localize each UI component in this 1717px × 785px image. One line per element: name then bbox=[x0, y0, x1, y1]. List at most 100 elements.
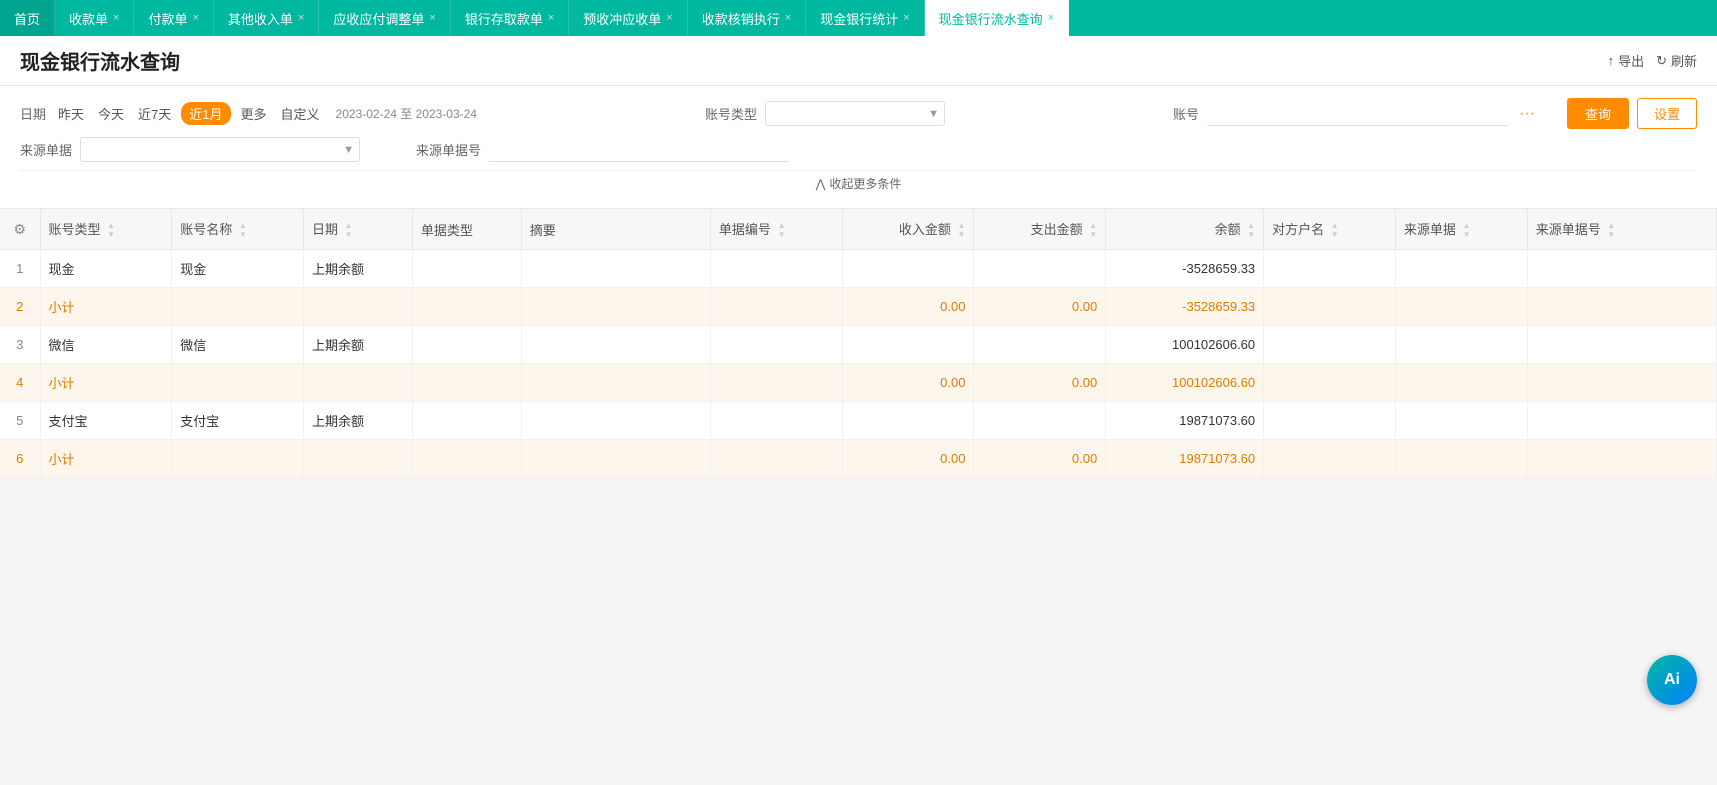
cell-counterparty bbox=[1264, 440, 1396, 478]
shortcut-1month[interactable]: 近1月 bbox=[181, 102, 230, 125]
col-expense: 支出金额 ▲▼ bbox=[974, 209, 1106, 250]
nav-item-cash-flow[interactable]: 现金银行流水查询 × bbox=[925, 0, 1069, 36]
cell-doc-no bbox=[710, 250, 842, 288]
nav-close-other-income[interactable]: × bbox=[298, 12, 304, 24]
table-row[interactable]: 5支付宝支付宝上期余额19871073.60 bbox=[0, 402, 1717, 440]
account-input[interactable] bbox=[1207, 102, 1507, 126]
sort-date-icon[interactable]: ▲▼ bbox=[345, 222, 353, 239]
nav-item-cash-stat[interactable]: 现金银行统计 × bbox=[806, 0, 924, 36]
sort-income-icon[interactable]: ▲▼ bbox=[958, 222, 966, 239]
shortcut-yesterday[interactable]: 昨天 bbox=[54, 102, 88, 125]
cell-expense: 0.00 bbox=[974, 364, 1106, 402]
cell-doc-type bbox=[412, 326, 521, 364]
col-gear[interactable]: ⚙ bbox=[0, 209, 40, 250]
nav-item-payment[interactable]: 付款单 × bbox=[134, 0, 213, 36]
export-icon: ↑ bbox=[1608, 53, 1615, 68]
nav-close-receipt[interactable]: × bbox=[113, 12, 119, 24]
account-type-select[interactable] bbox=[765, 101, 945, 126]
source-doc-label: 来源单据 bbox=[20, 140, 72, 159]
collapse-chevron-icon: ⋀ bbox=[816, 177, 826, 191]
cell-index: 3 bbox=[0, 326, 40, 364]
settings-button[interactable]: 设置 bbox=[1637, 98, 1697, 129]
nav-item-home[interactable]: 首页 bbox=[0, 0, 55, 36]
top-nav: 首页 收款单 × 付款单 × 其他收入单 × 应收应付调整单 × 银行存取款单 … bbox=[0, 0, 1717, 36]
cell-date: 上期余额 bbox=[304, 326, 413, 364]
table-row[interactable]: 6小计0.000.0019871073.60 bbox=[0, 440, 1717, 478]
export-button[interactable]: ↑ 导出 bbox=[1608, 51, 1645, 70]
account-dots-icon[interactable]: ··· bbox=[1519, 105, 1535, 123]
table-gear-icon[interactable]: ⚙ bbox=[13, 221, 26, 237]
shortcut-today[interactable]: 今天 bbox=[94, 102, 128, 125]
table-area: ⚙ 账号类型 ▲▼ 账号名称 ▲▼ 日期 ▲▼ 单据类型 摘 bbox=[0, 209, 1717, 478]
header-actions: ↑ 导出 ↻ 刷新 bbox=[1608, 51, 1697, 70]
cell-expense: 0.00 bbox=[974, 288, 1106, 326]
col-date: 日期 ▲▼ bbox=[304, 209, 413, 250]
table-row[interactable]: 4小计0.000.00100102606.60 bbox=[0, 364, 1717, 402]
table-row[interactable]: 1现金现金上期余额-3528659.33 bbox=[0, 250, 1717, 288]
nav-close-ar-ap-adjust[interactable]: × bbox=[429, 12, 435, 24]
cell-source-doc bbox=[1395, 402, 1527, 440]
cell-income: 0.00 bbox=[842, 440, 974, 478]
sort-account-type-icon[interactable]: ▲▼ bbox=[107, 222, 115, 239]
col-counterparty: 对方户名 ▲▼ bbox=[1264, 209, 1396, 250]
cell-counterparty bbox=[1264, 326, 1396, 364]
sort-doc-no-icon[interactable]: ▲▼ bbox=[778, 222, 786, 239]
col-balance: 余额 ▲▼ bbox=[1106, 209, 1264, 250]
shortcut-7days[interactable]: 近7天 bbox=[134, 102, 175, 125]
cell-account-type: 微信 bbox=[40, 326, 172, 364]
sort-account-name-icon[interactable]: ▲▼ bbox=[239, 222, 247, 239]
sort-expense-icon[interactable]: ▲▼ bbox=[1089, 222, 1097, 239]
cell-index: 2 bbox=[0, 288, 40, 326]
nav-close-cash-flow[interactable]: × bbox=[1048, 12, 1054, 24]
ai-assistant-button[interactable]: Ai bbox=[1647, 655, 1697, 705]
cell-income: 0.00 bbox=[842, 288, 974, 326]
refresh-button[interactable]: ↻ 刷新 bbox=[1656, 51, 1697, 70]
table-row[interactable]: 3微信微信上期余额100102606.60 bbox=[0, 326, 1717, 364]
cell-account-type: 小计 bbox=[40, 364, 172, 402]
cell-date: 上期余额 bbox=[304, 402, 413, 440]
sort-source-doc-no-icon[interactable]: ▲▼ bbox=[1607, 222, 1615, 239]
nav-close-bank-deposit[interactable]: × bbox=[548, 12, 554, 24]
collapse-bar[interactable]: ⋀ 收起更多条件 bbox=[20, 170, 1697, 196]
cell-account-name bbox=[172, 440, 304, 478]
query-button[interactable]: 查询 bbox=[1567, 98, 1629, 129]
nav-close-prepay[interactable]: × bbox=[666, 12, 672, 24]
cell-doc-type bbox=[412, 402, 521, 440]
nav-item-bank-deposit[interactable]: 银行存取款单 × bbox=[451, 0, 569, 36]
cell-income bbox=[842, 250, 974, 288]
cell-doc-type bbox=[412, 440, 521, 478]
cell-account-name: 支付宝 bbox=[172, 402, 304, 440]
source-doc-no-label: 来源单据号 bbox=[416, 140, 481, 159]
cell-date bbox=[304, 440, 413, 478]
sort-balance-icon[interactable]: ▲▼ bbox=[1247, 222, 1255, 239]
shortcut-custom[interactable]: 自定义 bbox=[277, 102, 324, 125]
cell-source-doc-no bbox=[1527, 440, 1716, 478]
account-group: 账号 ··· bbox=[1173, 102, 1535, 126]
cell-summary bbox=[521, 288, 710, 326]
cell-income: 0.00 bbox=[842, 364, 974, 402]
nav-item-ar-ap-adjust[interactable]: 应收应付调整单 × bbox=[319, 0, 450, 36]
source-doc-no-input[interactable] bbox=[489, 138, 789, 162]
nav-close-verify[interactable]: × bbox=[785, 12, 791, 24]
nav-item-receipt[interactable]: 收款单 × bbox=[55, 0, 134, 36]
source-doc-select[interactable] bbox=[80, 137, 360, 162]
cell-counterparty bbox=[1264, 288, 1396, 326]
nav-close-payment[interactable]: × bbox=[192, 12, 198, 24]
sort-counterparty-icon[interactable]: ▲▼ bbox=[1331, 222, 1339, 239]
nav-item-other-income[interactable]: 其他收入单 × bbox=[214, 0, 319, 36]
table-row[interactable]: 2小计0.000.00-3528659.33 bbox=[0, 288, 1717, 326]
cell-date bbox=[304, 288, 413, 326]
source-doc-select-wrapper: ▼ bbox=[80, 137, 360, 162]
cell-source-doc bbox=[1395, 288, 1527, 326]
shortcut-more[interactable]: 更多 bbox=[237, 102, 271, 125]
nav-close-cash-stat[interactable]: × bbox=[903, 12, 909, 24]
cell-source-doc bbox=[1395, 364, 1527, 402]
cell-balance: -3528659.33 bbox=[1106, 288, 1264, 326]
cell-account-type: 支付宝 bbox=[40, 402, 172, 440]
cell-counterparty bbox=[1264, 402, 1396, 440]
nav-item-prepay[interactable]: 预收冲应收单 × bbox=[569, 0, 687, 36]
cell-balance: 19871073.60 bbox=[1106, 402, 1264, 440]
sort-source-doc-icon[interactable]: ▲▼ bbox=[1463, 222, 1471, 239]
nav-item-verify[interactable]: 收款核销执行 × bbox=[688, 0, 806, 36]
cell-index: 6 bbox=[0, 440, 40, 478]
